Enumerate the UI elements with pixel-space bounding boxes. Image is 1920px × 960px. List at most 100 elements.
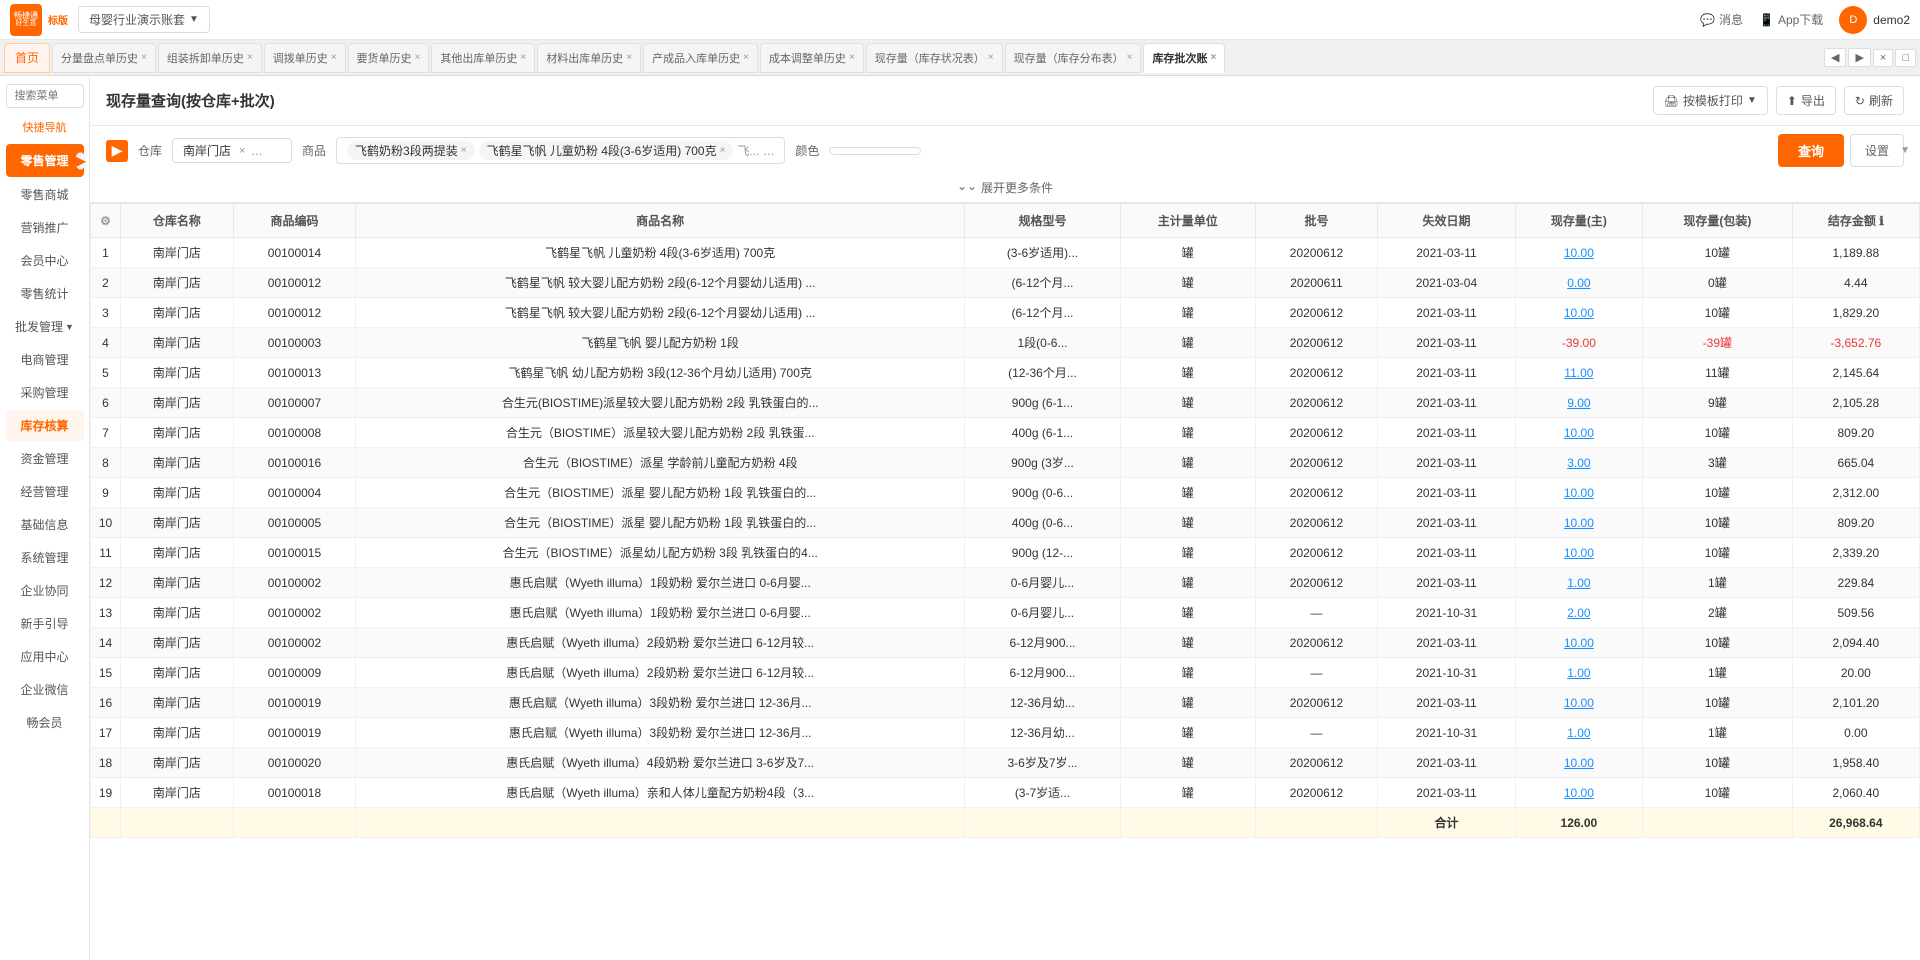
warehouse-selector[interactable]: 南岸门店 × ... [172,138,292,163]
table-row: 17南岸门店00100019惠氏启赋（Wyeth illuma）3段奶粉 爱尔兰… [91,718,1920,748]
col-batch: 批号 [1255,204,1378,238]
sidebar-item-ecommerce[interactable]: 电商管理 [6,344,84,375]
export-btn[interactable]: ⬆ 导出 [1776,86,1836,115]
tab-close-icon[interactable]: × [849,52,855,63]
sidebar-item-retailshop[interactable]: 零售商城 [6,179,84,210]
tab-batchstock[interactable]: 库存批次账 × [1143,43,1225,73]
product-selector[interactable]: 飞鹤奶粉3段两提装 × 飞鹤星飞帆 儿童奶粉 4段(3-6岁适用) 700克 ×… [336,137,785,164]
sidebar-item-member[interactable]: 会员中心 [6,245,84,276]
sidebar-item-marketing[interactable]: 营销推广 [6,212,84,243]
tab-next-btn[interactable]: ▶ [1848,48,1870,67]
table-row: 16南岸门店00100019惠氏启赋（Wyeth illuma）3段奶粉 爱尔兰… [91,688,1920,718]
sidebar-item-wholesale[interactable]: 批发管理▼ [6,311,84,342]
sidebar-item-collab[interactable]: 企业协同 [6,575,84,606]
app-download-btn[interactable]: 📱 App下载 [1759,11,1823,28]
sidebar-item-stockaudit[interactable]: 库存核算 [6,410,84,441]
sidebar: 快捷导航 零售管理 ▶ 零售商城 营销推广 会员中心 零售统计 批发管理▼ 电商… [0,76,90,960]
more-dots-icon: ... [763,143,774,158]
tab-close-icon[interactable]: × [331,52,337,63]
close-tag-icon2[interactable]: × [720,145,726,156]
top-bar: 畅捷通 好生意 标版 母婴行业演示账套 ▼ 💬 消息 📱 App下载 D dem… [0,0,1920,40]
page-title: 现存量查询(按仓库+批次) [106,90,275,111]
tab-close-icon[interactable]: × [988,52,994,63]
printer-icon: 🖨 [1664,94,1679,108]
tab-close-icon[interactable]: × [743,52,749,63]
tab-productsin[interactable]: 产成品入库单历史 × [643,43,758,73]
col-unit: 主计量单位 [1120,204,1255,238]
col-qty-main: 现存量(主) [1515,204,1642,238]
tab-stockdist[interactable]: 现存量（库存分布表） × [1005,43,1142,73]
product-tag-2: 飞鹤星飞帆 儿童奶粉 4段(3-6岁适用) 700克 × [479,141,734,160]
org-selector[interactable]: 母婴行业演示账套 ▼ [78,6,210,33]
settings-btn[interactable]: 设置 [1850,134,1904,167]
tab-close-icon[interactable]: × [1127,52,1133,63]
sidebar-item-basic[interactable]: 基础信息 [6,509,84,540]
tab-zuchaichai[interactable]: 组装拆卸单历史 × [158,43,262,73]
arrow-right-icon: ▶ [75,152,86,169]
message-icon: 💬 [1700,13,1715,27]
product-tag-1: 飞鹤奶粉3段两提装 × [347,141,475,160]
sidebar-item-finance[interactable]: 资金管理 [6,443,84,474]
tab-yaohuo[interactable]: 要货单历史 × [348,43,430,73]
tab-stockstatus[interactable]: 现存量（库存状况表） × [866,43,1003,73]
tab-close-icon[interactable]: × [520,52,526,63]
product-label: 商品 [302,142,326,159]
col-name: 商品名称 [356,204,965,238]
tab-diaobodanls[interactable]: 调拨单历史 × [264,43,346,73]
search-input[interactable] [6,84,84,108]
tab-close-all-btn[interactable]: × [1873,49,1893,67]
tab-close-icon[interactable]: × [247,52,253,63]
table-row: 8南岸门店00100016合生元（BIOSTIME）派星 学龄前儿童配方奶粉 4… [91,448,1920,478]
color-label: 颜色 [795,142,819,159]
tab-home[interactable]: 首页 [4,43,50,73]
tab-close-icon[interactable]: × [626,52,632,63]
user-avatar[interactable]: D demo2 [1839,6,1910,34]
tab-bar: 首页 分量盘点单历史 × 组装拆卸单历史 × 调拨单历史 × 要货单历史 × 其… [0,40,1920,76]
tab-fenliangpan[interactable]: 分量盘点单历史 × [52,43,156,73]
tab-close-icon[interactable]: × [1210,52,1216,63]
tab-close-icon[interactable]: × [141,52,147,63]
chevron-down-icon: ▼ [189,14,199,25]
table-row: 14南岸门店00100002惠氏启赋（Wyeth illuma）2段奶粉 爱尔兰… [91,628,1920,658]
sidebar-item-changhui[interactable]: 畅会员 [6,707,84,738]
more-icon: ... [251,143,262,158]
col-amount: 结存金额 ℹ [1792,204,1919,238]
tab-materialout[interactable]: 材料出库单历史 × [537,43,641,73]
tab-close-icon[interactable]: × [415,52,421,63]
filter-bar: ▶ 仓库 南岸门店 × ... 商品 飞鹤奶粉3段两提装 × [90,126,1920,203]
sidebar-item-sys[interactable]: 系统管理 [6,542,84,573]
tab-maximize-btn[interactable]: □ [1895,49,1916,67]
col-code: 商品编码 [233,204,356,238]
sidebar-quick-nav[interactable]: 快捷导航 [15,116,75,138]
query-btn[interactable]: 查询 [1778,134,1844,167]
message-btn[interactable]: 💬 消息 [1700,11,1743,28]
col-warehouse: 仓库名称 [121,204,234,238]
table-settings-icon[interactable]: ⚙ [100,214,111,228]
table-row: 18南岸门店00100020惠氏启赋（Wyeth illuma）4段奶粉 爱尔兰… [91,748,1920,778]
expand-filter-btn[interactable]: ▶ [106,140,128,162]
sidebar-item-retail[interactable]: 零售管理 ▶ [6,144,84,177]
sidebar-item-wechat[interactable]: 企业微信 [6,674,84,705]
tab-otherout[interactable]: 其他出库单历史 × [431,43,535,73]
tab-prev-btn[interactable]: ◀ [1824,48,1846,67]
table-row: 5南岸门店00100013飞鹤星飞帆 幼儿配方奶粉 3段(12-36个月幼儿适用… [91,358,1920,388]
print-btn[interactable]: 🖨 按模板打印 ▼ [1653,86,1768,115]
table-row: 19南岸门店00100018惠氏启赋（Wyeth illuma）亲和人体儿童配方… [91,778,1920,808]
sidebar-item-newguide[interactable]: 新手引导 [6,608,84,639]
refresh-btn[interactable]: ↻ 刷新 [1844,86,1904,115]
table-row: 2南岸门店00100012飞鹤星飞帆 较大婴儿配方奶粉 2段(6-12个月婴幼儿… [91,268,1920,298]
close-warehouse-icon[interactable]: × [239,145,245,157]
logo: 畅捷通 好生意 标版 [10,4,68,36]
expand-more-row[interactable]: ⌄⌄ 展开更多条件 [106,175,1904,202]
table-wrap: ⚙ 仓库名称 商品编码 商品名称 规格型号 主计量单位 批号 失效日期 现存量(… [90,203,1920,960]
sidebar-item-appstore[interactable]: 应用中心 [6,641,84,672]
tab-costadj[interactable]: 成本调整单历史 × [760,43,864,73]
close-tag-icon[interactable]: × [461,145,467,156]
sidebar-item-biz[interactable]: 经营管理 [6,476,84,507]
sidebar-item-purchase[interactable]: 采购管理 [6,377,84,408]
table-row: 1南岸门店00100014飞鹤星飞帆 儿童奶粉 4段(3-6岁适用) 700克(… [91,238,1920,268]
export-icon: ⬆ [1787,94,1797,108]
col-expire: 失效日期 [1378,204,1515,238]
sidebar-item-retailstat[interactable]: 零售统计 [6,278,84,309]
color-selector[interactable]: ▼ [829,147,921,155]
